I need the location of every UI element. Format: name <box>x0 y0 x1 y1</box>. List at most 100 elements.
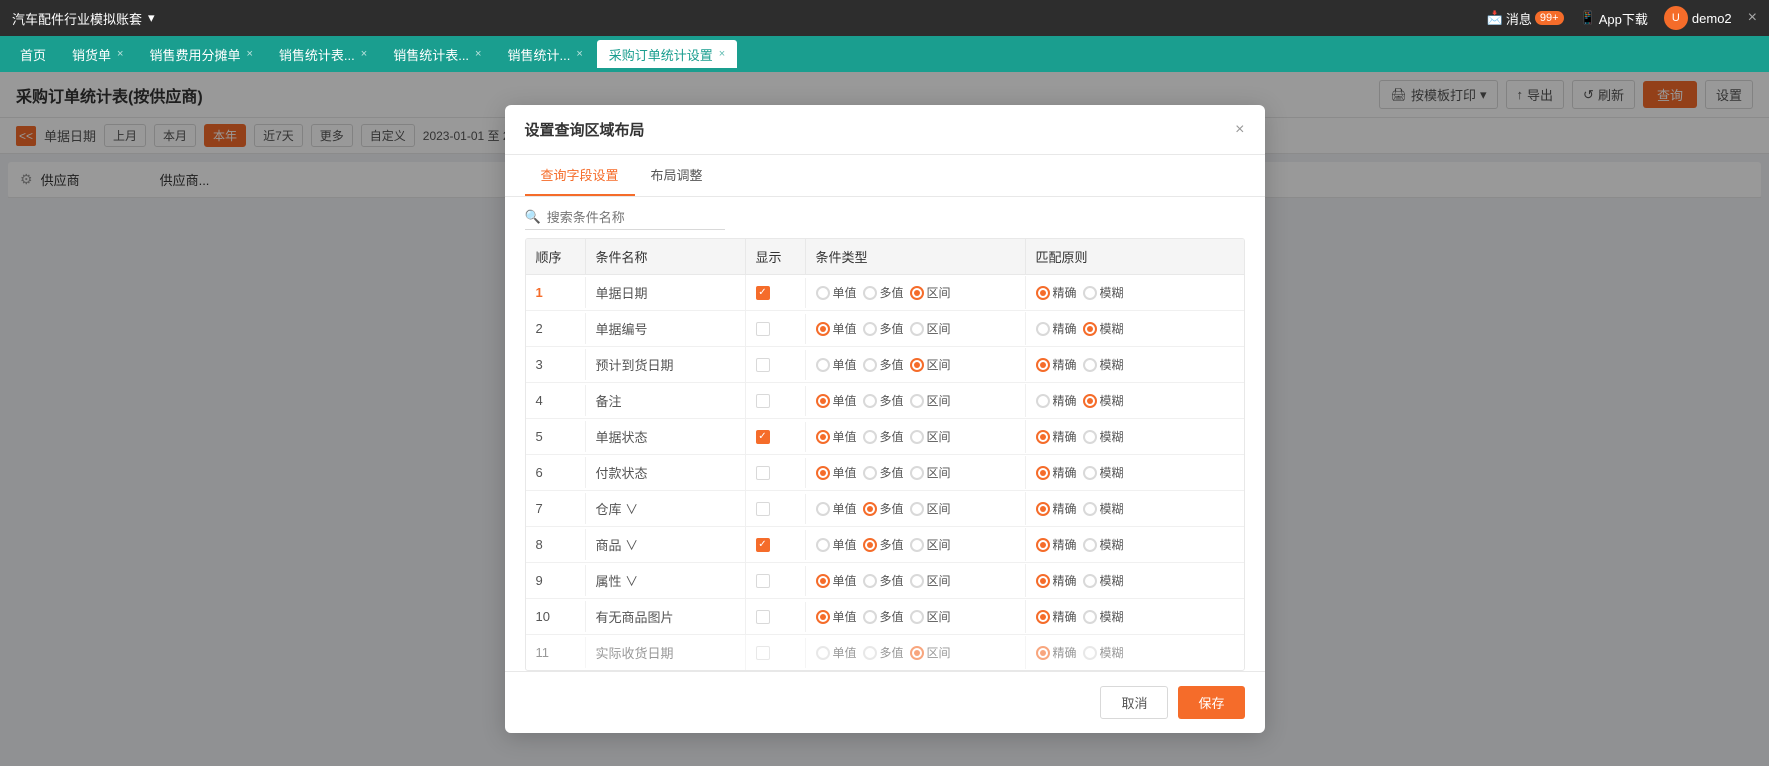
radio-type-single-10[interactable]: 单值 <box>816 608 857 625</box>
tab-home[interactable]: 首页 <box>8 40 58 68</box>
radio-type-range-6[interactable]: 区间 <box>910 464 951 481</box>
checkbox-display-3[interactable] <box>756 358 770 372</box>
tab-sales-stat2[interactable]: 销售统计表... × <box>381 40 493 68</box>
radio-type-range-4[interactable]: 区间 <box>910 392 951 409</box>
cell-display-10[interactable] <box>746 602 806 632</box>
radio-type-multi-4[interactable]: 多值 <box>863 392 904 409</box>
checkbox-display-4[interactable] <box>756 394 770 408</box>
cell-display-3[interactable] <box>746 350 806 380</box>
tab-sales-expense-close[interactable]: × <box>246 48 252 60</box>
notification-area[interactable]: 📩 消息 99+ <box>1487 9 1564 28</box>
radio-match-fuzzy-8[interactable]: 模糊 <box>1083 536 1124 553</box>
radio-type-range-9[interactable]: 区间 <box>910 572 951 589</box>
tab-purchase-stat[interactable]: 采购订单统计设置 × <box>597 40 737 68</box>
radio-match-fuzzy-4[interactable]: 模糊 <box>1083 392 1124 409</box>
radio-match-fuzzy-3[interactable]: 模糊 <box>1083 356 1124 373</box>
user-area[interactable]: U demo2 <box>1664 6 1732 30</box>
radio-type-single-8[interactable]: 单值 <box>816 536 857 553</box>
radio-type-range-1[interactable]: 区间 <box>910 284 951 301</box>
dialog-close-button[interactable]: × <box>1235 121 1244 139</box>
checkbox-display-2[interactable] <box>756 322 770 336</box>
tab-purchase-stat-close[interactable]: × <box>719 48 725 60</box>
radio-match-exact-2[interactable]: 精确 <box>1036 320 1077 337</box>
app-dropdown-icon[interactable]: ▾ <box>148 10 155 26</box>
cell-display-8[interactable] <box>746 530 806 560</box>
radio-type-multi-9[interactable]: 多值 <box>863 572 904 589</box>
tab-sales-order-close[interactable]: × <box>117 48 123 60</box>
tab-sales-stat3-close[interactable]: × <box>576 48 582 60</box>
tab-layout-adjust[interactable]: 布局调整 <box>635 155 719 196</box>
radio-type-multi-8[interactable]: 多值 <box>863 536 904 553</box>
radio-type-range-3[interactable]: 区间 <box>910 356 951 373</box>
checkbox-display-9[interactable] <box>756 574 770 588</box>
radio-type-single-4[interactable]: 单值 <box>816 392 857 409</box>
radio-type-single-2[interactable]: 单值 <box>816 320 857 337</box>
radio-match-exact-7[interactable]: 精确 <box>1036 500 1077 517</box>
save-button[interactable]: 保存 <box>1178 686 1244 719</box>
cell-display-9[interactable] <box>746 566 806 596</box>
download-area[interactable]: 📱 App下载 <box>1580 9 1648 28</box>
radio-type-multi-2[interactable]: 多值 <box>863 320 904 337</box>
tab-sales-stat3[interactable]: 销售统计... × <box>495 40 594 68</box>
cell-display-11[interactable] <box>746 638 806 668</box>
cancel-button[interactable]: 取消 <box>1100 686 1168 719</box>
radio-type-multi-5[interactable]: 多值 <box>863 428 904 445</box>
cell-display-1[interactable] <box>746 278 806 308</box>
radio-match-exact-3[interactable]: 精确 <box>1036 356 1077 373</box>
tab-sales-expense[interactable]: 销售费用分摊单 × <box>137 40 264 68</box>
radio-match-exact-9[interactable]: 精确 <box>1036 572 1077 589</box>
radio-type-single-1[interactable]: 单值 <box>816 284 857 301</box>
top-close-icon[interactable]: × <box>1748 9 1757 27</box>
cell-display-2[interactable] <box>746 314 806 344</box>
cell-display-4[interactable] <box>746 386 806 416</box>
radio-match-exact-6[interactable]: 精确 <box>1036 464 1077 481</box>
checkbox-display-5[interactable] <box>756 430 770 444</box>
checkbox-display-7[interactable] <box>756 502 770 516</box>
search-input[interactable] <box>547 210 707 225</box>
radio-match-fuzzy-7[interactable]: 模糊 <box>1083 500 1124 517</box>
checkbox-display-6[interactable] <box>756 466 770 480</box>
checkbox-display-10[interactable] <box>756 610 770 624</box>
cell-display-5[interactable] <box>746 422 806 452</box>
radio-match-fuzzy-5[interactable]: 模糊 <box>1083 428 1124 445</box>
radio-match-fuzzy-6[interactable]: 模糊 <box>1083 464 1124 481</box>
radio-type-range-7[interactable]: 区间 <box>910 500 951 517</box>
radio-type-range-10[interactable]: 区间 <box>910 608 951 625</box>
radio-match-exact-5[interactable]: 精确 <box>1036 428 1077 445</box>
tab-field-settings[interactable]: 查询字段设置 <box>525 155 635 196</box>
radio-match-fuzzy-11[interactable]: 模糊 <box>1083 644 1124 661</box>
radio-type-range-5[interactable]: 区间 <box>910 428 951 445</box>
tab-sales-stat2-close[interactable]: × <box>475 48 481 60</box>
checkbox-display-8[interactable] <box>756 538 770 552</box>
tab-sales-stat1-close[interactable]: × <box>361 48 367 60</box>
radio-match-exact-8[interactable]: 精确 <box>1036 536 1077 553</box>
radio-type-range-8[interactable]: 区间 <box>910 536 951 553</box>
radio-match-fuzzy-2[interactable]: 模糊 <box>1083 320 1124 337</box>
radio-type-multi-11[interactable]: 多值 <box>863 644 904 661</box>
radio-type-single-3[interactable]: 单值 <box>816 356 857 373</box>
radio-type-multi-1[interactable]: 多值 <box>863 284 904 301</box>
radio-match-fuzzy-10[interactable]: 模糊 <box>1083 608 1124 625</box>
radio-match-exact-11[interactable]: 精确 <box>1036 644 1077 661</box>
radio-type-single-7[interactable]: 单值 <box>816 500 857 517</box>
radio-type-single-11[interactable]: 单值 <box>816 644 857 661</box>
radio-type-single-6[interactable]: 单值 <box>816 464 857 481</box>
radio-type-multi-7[interactable]: 多值 <box>863 500 904 517</box>
cell-display-6[interactable] <box>746 458 806 488</box>
radio-type-range-2[interactable]: 区间 <box>910 320 951 337</box>
radio-match-fuzzy-9[interactable]: 模糊 <box>1083 572 1124 589</box>
tab-sales-stat1[interactable]: 销售统计表... × <box>267 40 379 68</box>
radio-match-exact-10[interactable]: 精确 <box>1036 608 1077 625</box>
tab-sales-order[interactable]: 销货单 × <box>60 40 135 68</box>
radio-type-multi-6[interactable]: 多值 <box>863 464 904 481</box>
checkbox-display-11[interactable] <box>756 646 770 660</box>
radio-type-multi-3[interactable]: 多值 <box>863 356 904 373</box>
radio-type-multi-10[interactable]: 多值 <box>863 608 904 625</box>
cell-display-7[interactable] <box>746 494 806 524</box>
checkbox-display-1[interactable] <box>756 286 770 300</box>
radio-match-exact-4[interactable]: 精确 <box>1036 392 1077 409</box>
radio-type-single-9[interactable]: 单值 <box>816 572 857 589</box>
radio-type-range-11[interactable]: 区间 <box>910 644 951 661</box>
radio-type-single-5[interactable]: 单值 <box>816 428 857 445</box>
radio-match-exact-1[interactable]: 精确 <box>1036 284 1077 301</box>
